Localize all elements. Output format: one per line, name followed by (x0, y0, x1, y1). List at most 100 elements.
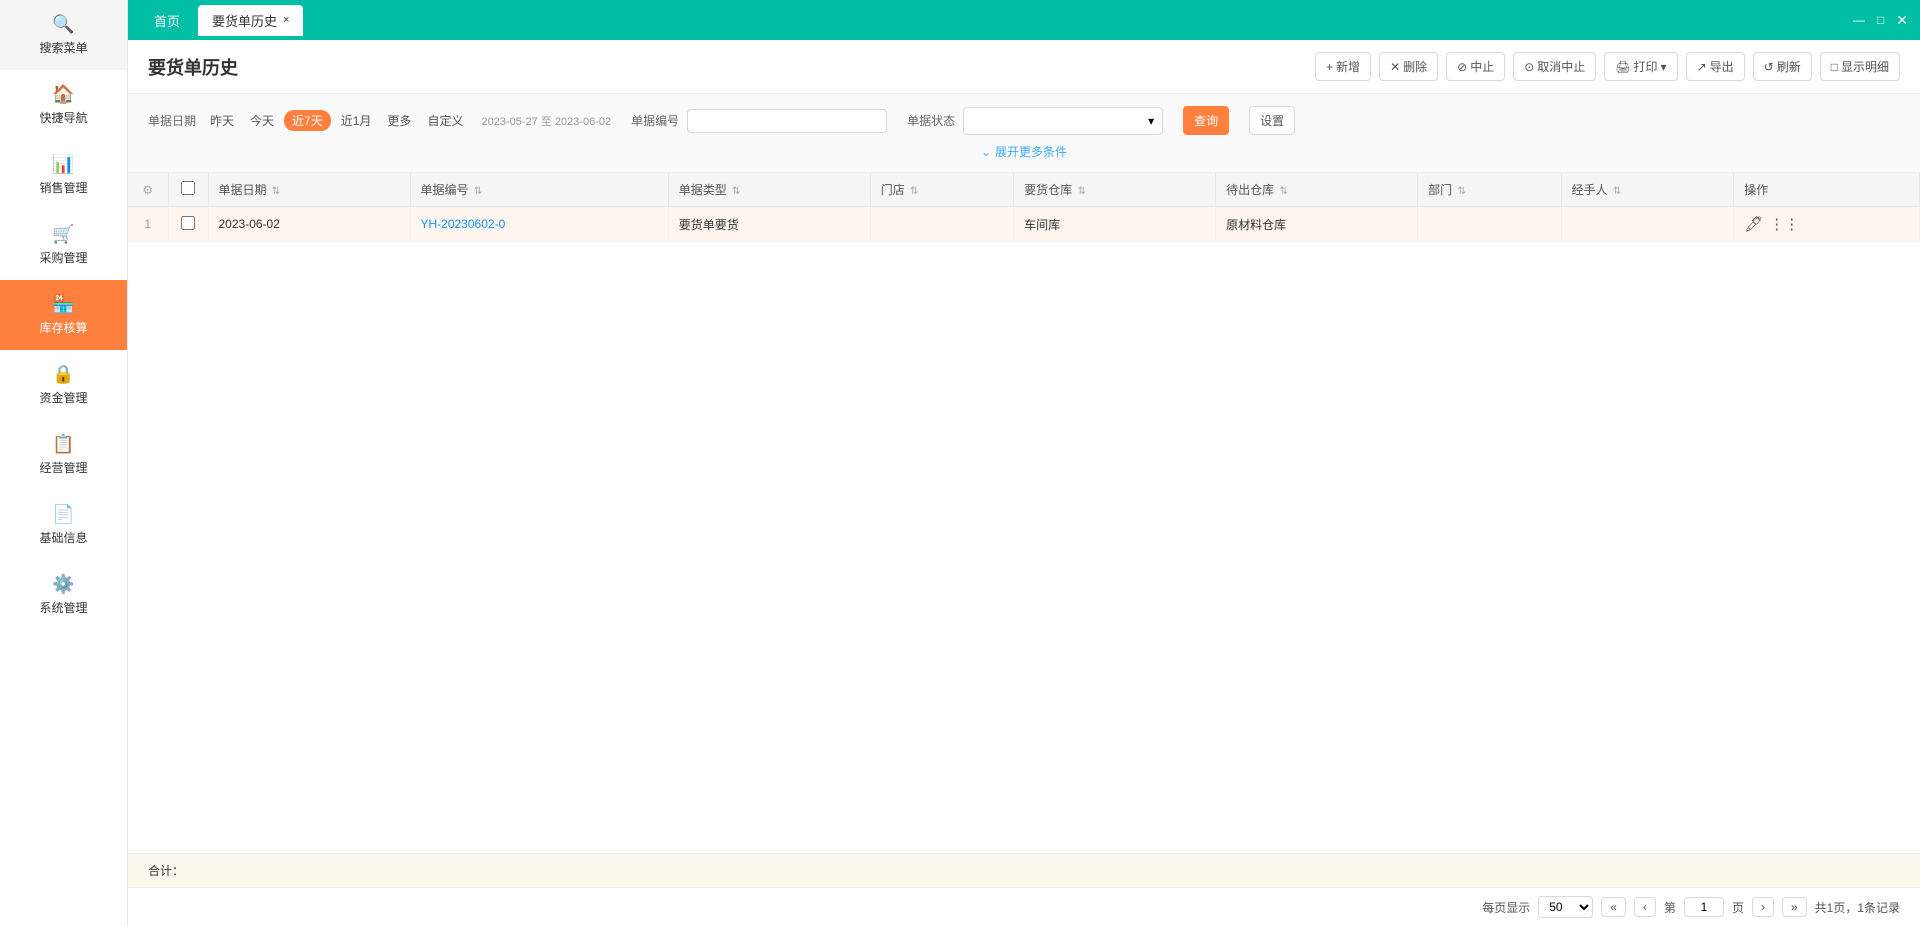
row-index: 1 (128, 207, 168, 242)
prev-page-btn[interactable]: ‹ (1634, 897, 1656, 917)
page-actions: + 新增 ✕ 删除 ⊘ 中止 ⊙ 取消中止 🖨 打印 (1315, 52, 1900, 81)
search-button[interactable]: 查询 (1183, 106, 1229, 135)
col-checkbox (168, 173, 208, 207)
print-arrow-icon: ▾ (1661, 60, 1667, 74)
row-checkbox[interactable] (181, 216, 195, 230)
status-select[interactable]: ▾ (963, 107, 1163, 135)
sidebar-item-basic-info[interactable]: 📄 基础信息 (0, 490, 127, 560)
row-department (1418, 207, 1561, 242)
export-label: 导出 (1710, 58, 1734, 75)
table-footer: 合计： (128, 853, 1920, 887)
date-filter-label: 单据日期 (148, 112, 196, 129)
page-number-input[interactable] (1684, 897, 1724, 917)
sort-pending-warehouse-icon: ⇅ (1279, 186, 1287, 197)
stop-button[interactable]: ⊘ 中止 (1446, 52, 1505, 81)
select-all-checkbox[interactable] (181, 181, 195, 195)
row-type: 要货单要货 (668, 207, 870, 242)
sort-handler-icon: ⇅ (1613, 186, 1621, 197)
delete-button[interactable]: ✕ 删除 (1379, 52, 1438, 81)
col-settings[interactable]: ⚙ (128, 173, 168, 207)
print-label: 打印 (1634, 58, 1658, 75)
more-icon[interactable]: ⋮⋮ (1769, 215, 1799, 233)
show-detail-button[interactable]: □ 显示明细 (1820, 52, 1900, 81)
col-department: 部门 ⇅ (1418, 173, 1561, 207)
sidebar-item-label: 搜索菜单 (39, 39, 87, 56)
table-container: ⚙ 单据日期 ⇅ 单据编号 ⇅ 单据类型 ⇅ 门店 ⇅ 要货仓库 ⇅ 待出仓库 … (128, 173, 1920, 853)
row-store (870, 207, 1013, 242)
status-select-arrow: ▾ (1148, 114, 1154, 128)
shortcut-yesterday[interactable]: 昨天 (204, 110, 240, 131)
sidebar-item-label: 基础信息 (39, 529, 87, 546)
page-size-select[interactable]: 10 20 50 100 (1538, 896, 1593, 918)
settings-button[interactable]: 设置 (1249, 106, 1295, 135)
tab-close-icon[interactable]: × (283, 14, 289, 26)
date-shortcuts: 昨天 今天 近7天 近1月 更多 自定义 (204, 110, 469, 131)
search-label: 查询 (1194, 112, 1218, 129)
print-button[interactable]: 🖨 打印 ▾ (1604, 52, 1677, 81)
docnumber-filter-label: 单据编号 (631, 112, 679, 129)
sidebar-item-finance-mgmt[interactable]: 🔒 资金管理 (0, 350, 127, 420)
row-pending-warehouse: 原材料仓库 (1216, 207, 1418, 242)
refresh-icon: ↺ (1764, 60, 1774, 74)
quick-nav-icon: 🏠 (52, 84, 74, 105)
next-page-btn[interactable]: › (1752, 897, 1774, 917)
row-date: 2023-06-02 (208, 207, 410, 242)
cancel-stop-button[interactable]: ⊙ 取消中止 (1513, 52, 1596, 81)
op-icons: 🖊 ⋮⋮ (1744, 215, 1909, 233)
edit-icon[interactable]: 🖊 (1744, 215, 1763, 233)
col-handler: 经手人 ⇅ (1561, 173, 1734, 207)
col-pending-warehouse: 待出仓库 ⇅ (1216, 173, 1418, 207)
refresh-button[interactable]: ↺ 刷新 (1753, 52, 1812, 81)
date-range-display: 2023-05-27 至 2023-06-02 (481, 113, 611, 129)
inventory-calc-icon: 🏪 (52, 294, 74, 315)
shortcut-custom[interactable]: 自定义 (421, 110, 469, 131)
sidebar-item-label: 销售管理 (39, 179, 87, 196)
sidebar: 🔍 搜索菜单 🏠 快捷导航 📊 销售管理 🛒 采购管理 🏪 库存核算 🔒 资金管… (0, 0, 128, 926)
sidebar-item-search-menu[interactable]: 🔍 搜索菜单 (0, 0, 127, 70)
table-header-row: ⚙ 单据日期 ⇅ 单据编号 ⇅ 单据类型 ⇅ 门店 ⇅ 要货仓库 ⇅ 待出仓库 … (128, 173, 1920, 207)
tab-home[interactable]: 首页 (140, 5, 194, 36)
shortcut-today[interactable]: 今天 (244, 110, 280, 131)
search-menu-icon: 🔍 (52, 14, 74, 35)
sidebar-item-ops-mgmt[interactable]: 📋 经营管理 (0, 420, 127, 490)
print-icon: 🖨 (1615, 60, 1630, 74)
export-button[interactable]: ↗ 导出 (1686, 52, 1745, 81)
row-handler (1561, 207, 1734, 242)
last-page-btn[interactable]: » (1782, 897, 1807, 917)
sort-req-warehouse-icon: ⇅ (1077, 186, 1085, 197)
sidebar-item-sales-mgmt[interactable]: 📊 销售管理 (0, 140, 127, 210)
shortcut-last1month[interactable]: 近1月 (335, 110, 378, 131)
sidebar-item-quick-nav[interactable]: 🏠 快捷导航 (0, 70, 127, 140)
col-req-warehouse: 要货仓库 ⇅ (1014, 173, 1216, 207)
cancel-stop-label: 取消中止 (1537, 58, 1585, 75)
sidebar-item-system-mgmt[interactable]: ⚙️ 系统管理 (0, 560, 127, 630)
main-area: 首页 要货单历史 × — □ ✕ 要货单历史 + 新增 ✕ 删除 (128, 0, 1920, 926)
first-page-btn[interactable]: « (1601, 897, 1626, 917)
shortcut-last7days[interactable]: 近7天 (284, 110, 331, 131)
sort-number-icon: ⇅ (474, 186, 482, 197)
page-header: 要货单历史 + 新增 ✕ 删除 ⊘ 中止 ⊙ 取消中止 (128, 40, 1920, 94)
page-label: 第 (1664, 899, 1676, 916)
add-button[interactable]: + 新增 (1315, 52, 1371, 81)
tab-requisition-history[interactable]: 要货单历史 × (198, 5, 303, 36)
col-date: 单据日期 ⇅ (208, 173, 410, 207)
top-bar-actions: — □ ✕ (1853, 12, 1908, 29)
row-number: YH-20230602-0 (410, 207, 668, 242)
add-icon: + (1326, 60, 1333, 74)
table-row: 1 2023-06-02 YH-20230602-0 要货单要货 车间库 原材料… (128, 207, 1920, 242)
filter-row: 单据日期 昨天 今天 近7天 近1月 更多 自定义 2023-05-27 至 2… (148, 106, 1900, 135)
docnumber-input[interactable] (687, 109, 887, 133)
page-suffix: 页 (1732, 899, 1744, 916)
row-operation: 🖊 ⋮⋮ (1734, 207, 1920, 242)
row-number-link[interactable]: YH-20230602-0 (421, 217, 506, 231)
expand-more[interactable]: ⌄ 展开更多条件 (148, 143, 1900, 160)
window-minimize-btn[interactable]: — (1853, 13, 1865, 27)
window-close-btn[interactable]: ✕ (1896, 12, 1908, 29)
sidebar-item-purchase-mgmt[interactable]: 🛒 采购管理 (0, 210, 127, 280)
status-filter-label: 单据状态 (907, 112, 955, 129)
sidebar-item-inventory-calc[interactable]: 🏪 库存核算 (0, 280, 127, 350)
sort-department-icon: ⇅ (1457, 186, 1465, 197)
sidebar-item-label: 采购管理 (39, 249, 87, 266)
shortcut-more[interactable]: 更多 (381, 110, 417, 131)
window-maximize-btn[interactable]: □ (1877, 13, 1884, 27)
